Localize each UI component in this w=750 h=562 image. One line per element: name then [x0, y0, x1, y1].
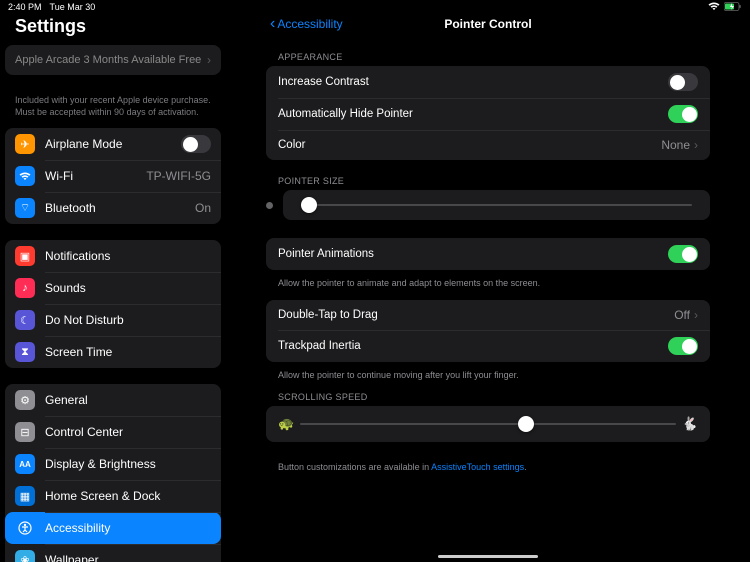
back-button[interactable]: ‹ Accessibility: [270, 15, 343, 33]
hourglass-icon: ⧗: [15, 342, 35, 362]
sounds-icon: ♪: [15, 278, 35, 298]
status-date: Tue Mar 30: [50, 2, 96, 12]
airplane-icon: ✈: [15, 134, 35, 154]
row-pointer-animations[interactable]: Pointer Animations: [266, 238, 710, 270]
battery-icon: [724, 2, 742, 13]
status-time: 2:40 PM: [8, 2, 42, 12]
footnote: Button customizations are available in A…: [266, 458, 710, 484]
appearance-group: Increase Contrast Automatically Hide Poi…: [266, 66, 710, 160]
sidebar-item-wallpaper[interactable]: ❀ Wallpaper: [5, 544, 221, 562]
sidebar-item-bluetooth[interactable]: ⌔ Bluetooth On: [5, 192, 221, 224]
display-icon: AA: [15, 454, 35, 474]
grid-icon: ▦: [15, 486, 35, 506]
promo-title: Apple Arcade 3 Months Available Free: [15, 54, 201, 66]
row-increase-contrast[interactable]: Increase Contrast: [266, 66, 710, 98]
sidebar-item-wifi[interactable]: Wi-Fi TP-WIFI-5G: [5, 160, 221, 192]
assistivetouch-link[interactable]: AssistiveTouch settings: [431, 462, 524, 472]
sidebar-item-accessibility[interactable]: Accessibility: [5, 512, 221, 544]
settings-sidebar: Settings Apple Arcade 3 Months Available…: [0, 14, 226, 562]
appearance-header: APPEARANCE: [266, 52, 710, 66]
sidebar-item-display[interactable]: AA Display & Brightness: [5, 448, 221, 480]
system-group: ⚙ General ⊟ Control Center AA Display & …: [5, 384, 221, 562]
row-double-tap-drag[interactable]: Double-Tap to Drag Off ›: [266, 300, 710, 330]
scrolling-speed-slider[interactable]: 🐢 🐇: [266, 406, 710, 442]
bluetooth-icon: ⌔: [15, 198, 35, 218]
animations-group: Pointer Animations: [266, 238, 710, 270]
row-auto-hide-pointer[interactable]: Automatically Hide Pointer: [266, 98, 710, 130]
wifi-value: TP-WIFI-5G: [146, 169, 211, 183]
status-bar: 2:40 PM Tue Mar 30: [0, 0, 750, 14]
drag-group: Double-Tap to Drag Off › Trackpad Inerti…: [266, 300, 710, 362]
contrast-toggle[interactable]: [668, 73, 698, 91]
color-value: None: [661, 138, 690, 152]
dtap-value: Off: [674, 308, 690, 322]
tortoise-icon: 🐢: [278, 416, 294, 432]
hare-icon: 🐇: [682, 416, 698, 432]
wifi-icon: [708, 2, 720, 13]
promo-desc: Included with your recent Apple device p…: [5, 91, 221, 128]
autohide-toggle[interactable]: [668, 105, 698, 123]
sidebar-item-notifications[interactable]: ▣ Notifications: [5, 240, 221, 272]
switches-icon: ⊟: [15, 422, 35, 442]
animations-footer: Allow the pointer to animate and adapt t…: [266, 274, 710, 300]
main-panel: ‹ Accessibility Pointer Control APPEARAN…: [226, 14, 750, 562]
inertia-toggle[interactable]: [668, 337, 698, 355]
sidebar-item-screentime[interactable]: ⧗ Screen Time: [5, 336, 221, 368]
scrolling-speed-header: SCROLLING SPEED: [266, 392, 710, 406]
pointer-size-slider[interactable]: [283, 190, 710, 220]
bluetooth-value: On: [195, 201, 211, 215]
chevron-right-icon: ›: [207, 53, 211, 67]
sidebar-item-airplane[interactable]: ✈ Airplane Mode: [5, 128, 221, 160]
chevron-right-icon: ›: [694, 138, 698, 152]
moon-icon: ☾: [15, 310, 35, 330]
sidebar-item-dnd[interactable]: ☾ Do Not Disturb: [5, 304, 221, 336]
sidebar-item-control-center[interactable]: ⊟ Control Center: [5, 416, 221, 448]
inertia-footer: Allow the pointer to continue moving aft…: [266, 366, 710, 392]
pointer-size-header: POINTER SIZE: [266, 176, 710, 190]
airplane-toggle[interactable]: [181, 135, 211, 153]
accessibility-icon: [15, 518, 35, 538]
notifications-icon: ▣: [15, 246, 35, 266]
scrolling-speed-group: 🐢 🐇: [266, 406, 710, 442]
connectivity-group: ✈ Airplane Mode Wi-Fi TP-WIFI-5G ⌔ Bluet…: [5, 128, 221, 224]
sidebar-item-general[interactable]: ⚙ General: [5, 384, 221, 416]
animations-toggle[interactable]: [668, 245, 698, 263]
sidebar-item-homescreen[interactable]: ▦ Home Screen & Dock: [5, 480, 221, 512]
promo-group[interactable]: Apple Arcade 3 Months Available Free ›: [5, 45, 221, 75]
row-trackpad-inertia[interactable]: Trackpad Inertia: [266, 330, 710, 362]
row-color[interactable]: Color None ›: [266, 130, 710, 160]
wifi-icon: [15, 166, 35, 186]
wallpaper-icon: ❀: [15, 550, 35, 562]
page-title: Pointer Control: [444, 17, 531, 31]
notifications-group: ▣ Notifications ♪ Sounds ☾ Do Not Distur…: [5, 240, 221, 368]
home-indicator[interactable]: [438, 555, 538, 558]
settings-title: Settings: [5, 14, 221, 45]
sidebar-item-sounds[interactable]: ♪ Sounds: [5, 272, 221, 304]
pointer-size-slider-group: [283, 190, 710, 220]
slider-min-icon: [266, 202, 273, 209]
chevron-right-icon: ›: [694, 308, 698, 322]
gear-icon: ⚙: [15, 390, 35, 410]
chevron-left-icon: ‹: [270, 15, 275, 33]
